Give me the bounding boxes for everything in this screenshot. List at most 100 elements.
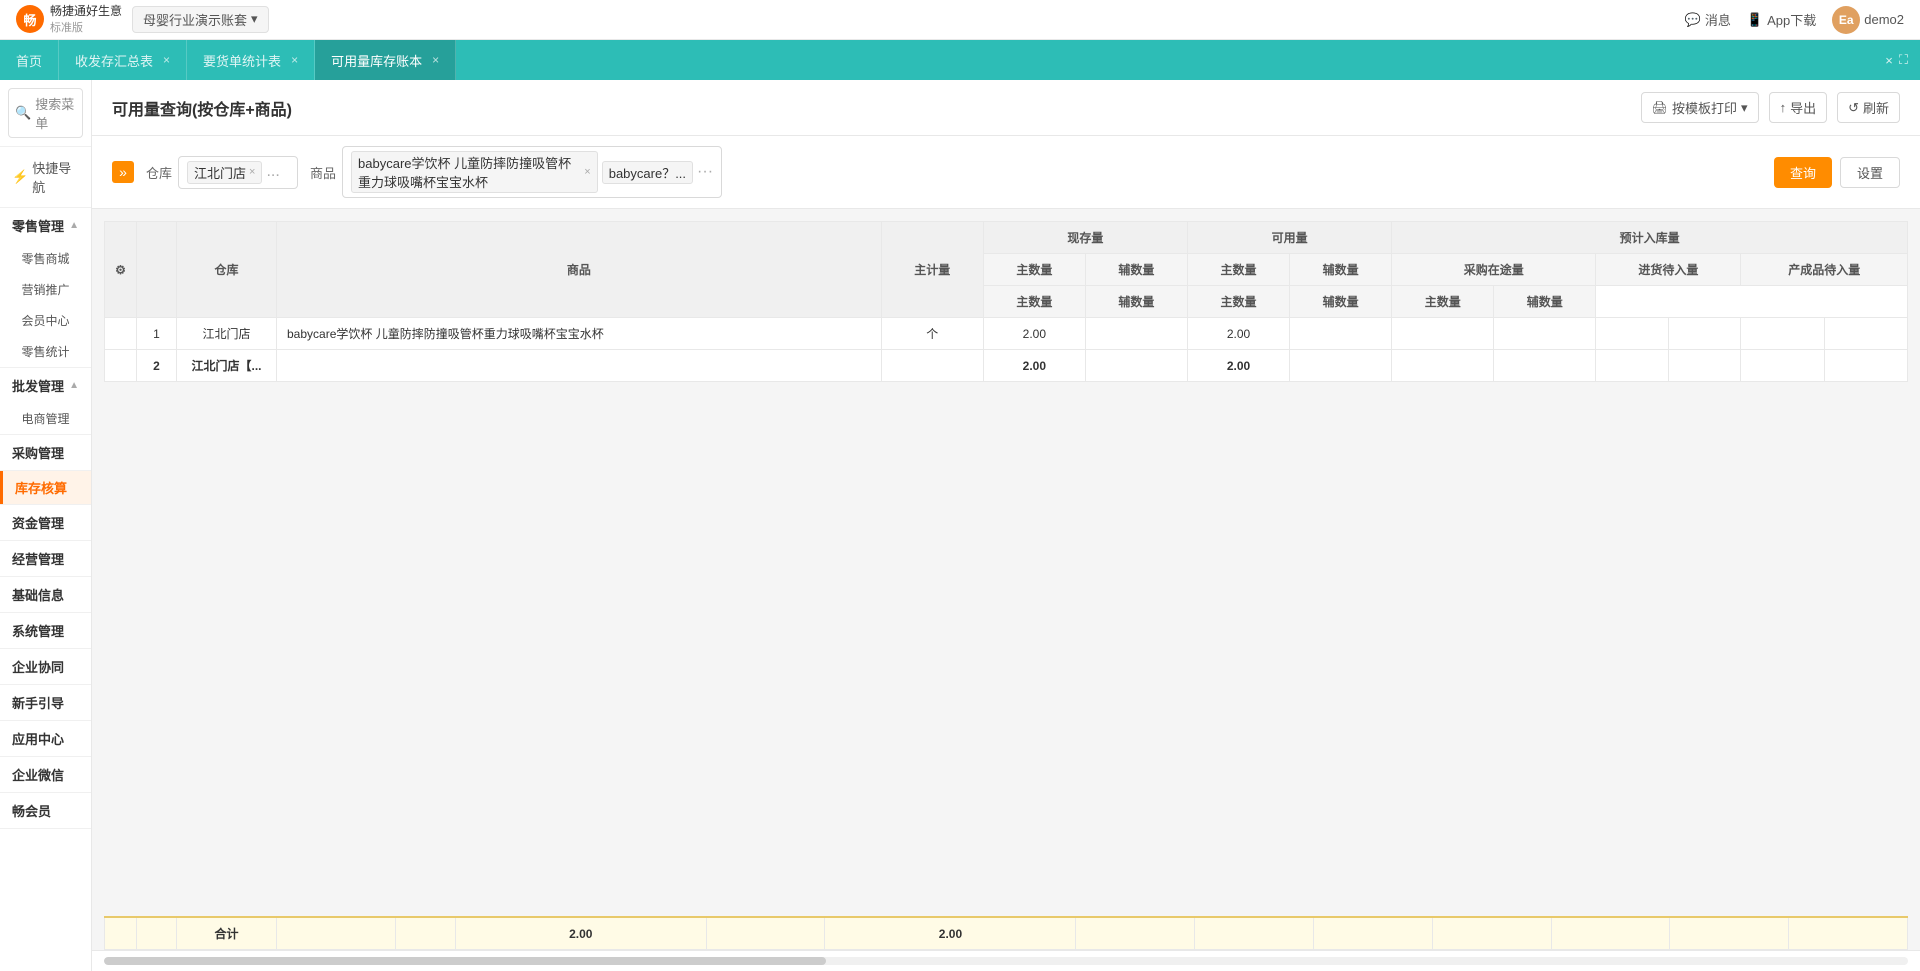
sidebar-section-wholesale-header[interactable]: 批发管理 ▲ (0, 368, 91, 403)
sidebar-section-system: 系统管理 (0, 613, 91, 649)
sidebar-search-area: 🔍 搜索菜单 (0, 80, 91, 147)
quick-nav-item[interactable]: ⚡ 快捷导航 (0, 147, 91, 208)
sidebar-item-marketing[interactable]: 营销推广 (0, 274, 91, 305)
warehouse-tag-close[interactable]: × (249, 166, 255, 178)
product-label: 商品 (310, 163, 336, 182)
brand-info: 畅捷通好生意 标准版 (50, 4, 122, 34)
tab-available-stock[interactable]: 可用量库存账本 × (315, 40, 456, 80)
g-wait-aux-header: 辅数量 (1290, 286, 1392, 318)
tab-home[interactable]: 首页 (0, 40, 59, 80)
sidebar: 🔍 搜索菜单 ⚡ 快捷导航 零售管理 ▲ 零售商城 营销推广 会员中心 零售统计… (0, 80, 92, 971)
row-2-current-aux (1085, 350, 1187, 382)
sidebar-section-operations: 经营管理 (0, 541, 91, 577)
nav-tabs: 首页 收发存汇总表 × 要货单统计表 × 可用量库存账本 × × ⛶ (0, 40, 1920, 80)
sidebar-item-member[interactable]: 畅会员 (0, 793, 91, 828)
scrollbar-thumb (104, 957, 826, 965)
app-download-btn[interactable]: 📱 App下载 (1747, 10, 1816, 29)
row-2-index: 2 (137, 350, 177, 382)
p-transit-main-header: 主数量 (983, 286, 1085, 318)
tab-order-stats-close[interactable]: × (291, 53, 298, 67)
product-filter: 商品 babycare学饮杯 儿童防摔防撞吸管杯重力球吸嘴杯宝宝水杯 × bab… (310, 146, 722, 198)
sidebar-item-purchase[interactable]: 采购管理 (0, 435, 91, 470)
table-row: 1 江北门店 babycare学饮杯 儿童防摔防撞吸管杯重力球吸嘴杯宝宝水杯 个… (105, 318, 1908, 350)
sidebar-item-inventory[interactable]: 库存核算 (0, 471, 91, 504)
industry-selector[interactable]: 母婴行业演示账套 ▾ (132, 6, 269, 33)
row-1-fw-aux (1824, 318, 1907, 350)
export-btn[interactable]: ↑ 导出 (1769, 92, 1828, 123)
row-2-warehouse: 江北门店【... (177, 350, 277, 382)
query-btn[interactable]: 查询 (1774, 157, 1832, 188)
warehouse-input[interactable]: 江北门店 × ... (178, 156, 298, 189)
summary-current-main: 2.00 (455, 917, 706, 950)
sidebar-section-retail-header[interactable]: 零售管理 ▲ (0, 208, 91, 243)
tab-receive-summary[interactable]: 收发存汇总表 × (59, 40, 187, 80)
row-1-fw-main (1741, 318, 1824, 350)
tab-receive-summary-close[interactable]: × (163, 53, 170, 67)
row-1-gw-main (1596, 318, 1669, 350)
row-1-gear (105, 318, 137, 350)
sidebar-item-system[interactable]: 系统管理 (0, 613, 91, 648)
search-menu-btn[interactable]: 🔍 搜索菜单 (8, 88, 83, 138)
sidebar-item-basic[interactable]: 基础信息 (0, 577, 91, 612)
user-menu[interactable]: Ea demo2 (1832, 6, 1904, 34)
sidebar-item-enterprise[interactable]: 企业协同 (0, 649, 91, 684)
refresh-btn[interactable]: ↺ 刷新 (1837, 92, 1900, 123)
index-col-header (137, 222, 177, 318)
product-input[interactable]: babycare学饮杯 儿童防摔防撞吸管杯重力球吸嘴杯宝宝水杯 × babyca… (342, 146, 722, 198)
sidebar-section-retail: 零售管理 ▲ 零售商城 营销推广 会员中心 零售统计 (0, 208, 91, 368)
expand-icon: ⛶ (1899, 52, 1908, 68)
g-wait-main-header: 主数量 (1187, 286, 1289, 318)
finished-waiting-header: 产成品待入量 (1741, 254, 1908, 286)
table-row: 2 江北门店【... 2.00 2.00 (105, 350, 1908, 382)
current-aux-qty-header: 辅数量 (1085, 254, 1187, 286)
data-table: ⚙ 仓库 商品 主计量 现存量 可用量 预计入库量 主数量 辅数量 主数量 辅数… (104, 221, 1908, 382)
brand-logo: 畅 畅捷通好生意 标准版 (16, 4, 122, 34)
sidebar-item-retail-stats[interactable]: 零售统计 (0, 336, 91, 367)
filter-actions: 查询 设置 (1774, 157, 1900, 188)
brand-sub: 标准版 (50, 19, 122, 35)
f-wait-aux-header: 辅数量 (1494, 286, 1596, 318)
sidebar-section-newguide: 新手引导 (0, 685, 91, 721)
sidebar-item-newguide[interactable]: 新手引导 (0, 685, 91, 720)
row-2-fw-main (1741, 350, 1824, 382)
warehouse-more[interactable]: ... (266, 163, 279, 181)
sidebar-item-operations[interactable]: 经营管理 (0, 541, 91, 576)
sidebar-item-retail-mall[interactable]: 零售商城 (0, 243, 91, 274)
warehouse-tag: 江北门店 × (187, 161, 262, 184)
sidebar-item-wechat[interactable]: 企业微信 (0, 757, 91, 792)
warehouse-col-header: 仓库 (177, 222, 277, 318)
row-1-current-aux (1085, 318, 1187, 350)
gear-col-header[interactable]: ⚙ (105, 222, 137, 318)
page-title: 可用量查询(按仓库+商品) (112, 96, 292, 120)
available-aux-qty-header: 辅数量 (1290, 254, 1392, 286)
sidebar-section-enterprise: 企业协同 (0, 649, 91, 685)
product-tag-1-close[interactable]: × (584, 166, 590, 178)
filter-expand-btn[interactable]: » (112, 161, 134, 183)
sidebar-item-finance[interactable]: 资金管理 (0, 505, 91, 540)
message-btn[interactable]: 💬 消息 (1685, 10, 1731, 29)
horizontal-scrollbar[interactable] (104, 957, 1908, 965)
row-2-gw-main (1596, 350, 1669, 382)
close-all-tabs[interactable]: × ⛶ (1873, 52, 1920, 68)
row-1-pt-main (1392, 318, 1494, 350)
row-2-gw-aux (1668, 350, 1741, 382)
product-more[interactable]: ··· (697, 163, 713, 181)
tab-order-stats[interactable]: 要货单统计表 × (187, 40, 315, 80)
sidebar-item-appcenter[interactable]: 应用中心 (0, 721, 91, 756)
tab-available-stock-close[interactable]: × (432, 53, 439, 67)
row-2-unit (881, 350, 983, 382)
warehouse-label: 仓库 (146, 163, 172, 182)
main-layout: 🔍 搜索菜单 ⚡ 快捷导航 零售管理 ▲ 零售商城 营销推广 会员中心 零售统计… (0, 80, 1920, 971)
row-1-avail-main: 2.00 (1187, 318, 1289, 350)
row-1-current-main: 2.00 (983, 318, 1085, 350)
print-btn[interactable]: 🖨 按模板打印 ▾ (1641, 92, 1759, 123)
goods-waiting-header: 进货待入量 (1596, 254, 1741, 286)
filter-bar: » 仓库 江北门店 × ... 商品 babycare学饮杯 儿童防摔防撞吸管杯… (92, 136, 1920, 209)
current-main-qty-header: 主数量 (983, 254, 1085, 286)
current-stock-header: 现存量 (983, 222, 1187, 254)
sidebar-item-ecommerce[interactable]: 电商管理 (0, 403, 91, 434)
row-2-avail-aux (1290, 350, 1392, 382)
settings-btn[interactable]: 设置 (1840, 157, 1900, 188)
sidebar-item-members[interactable]: 会员中心 (0, 305, 91, 336)
table-area: ⚙ 仓库 商品 主计量 现存量 可用量 预计入库量 主数量 辅数量 主数量 辅数… (92, 209, 1920, 916)
